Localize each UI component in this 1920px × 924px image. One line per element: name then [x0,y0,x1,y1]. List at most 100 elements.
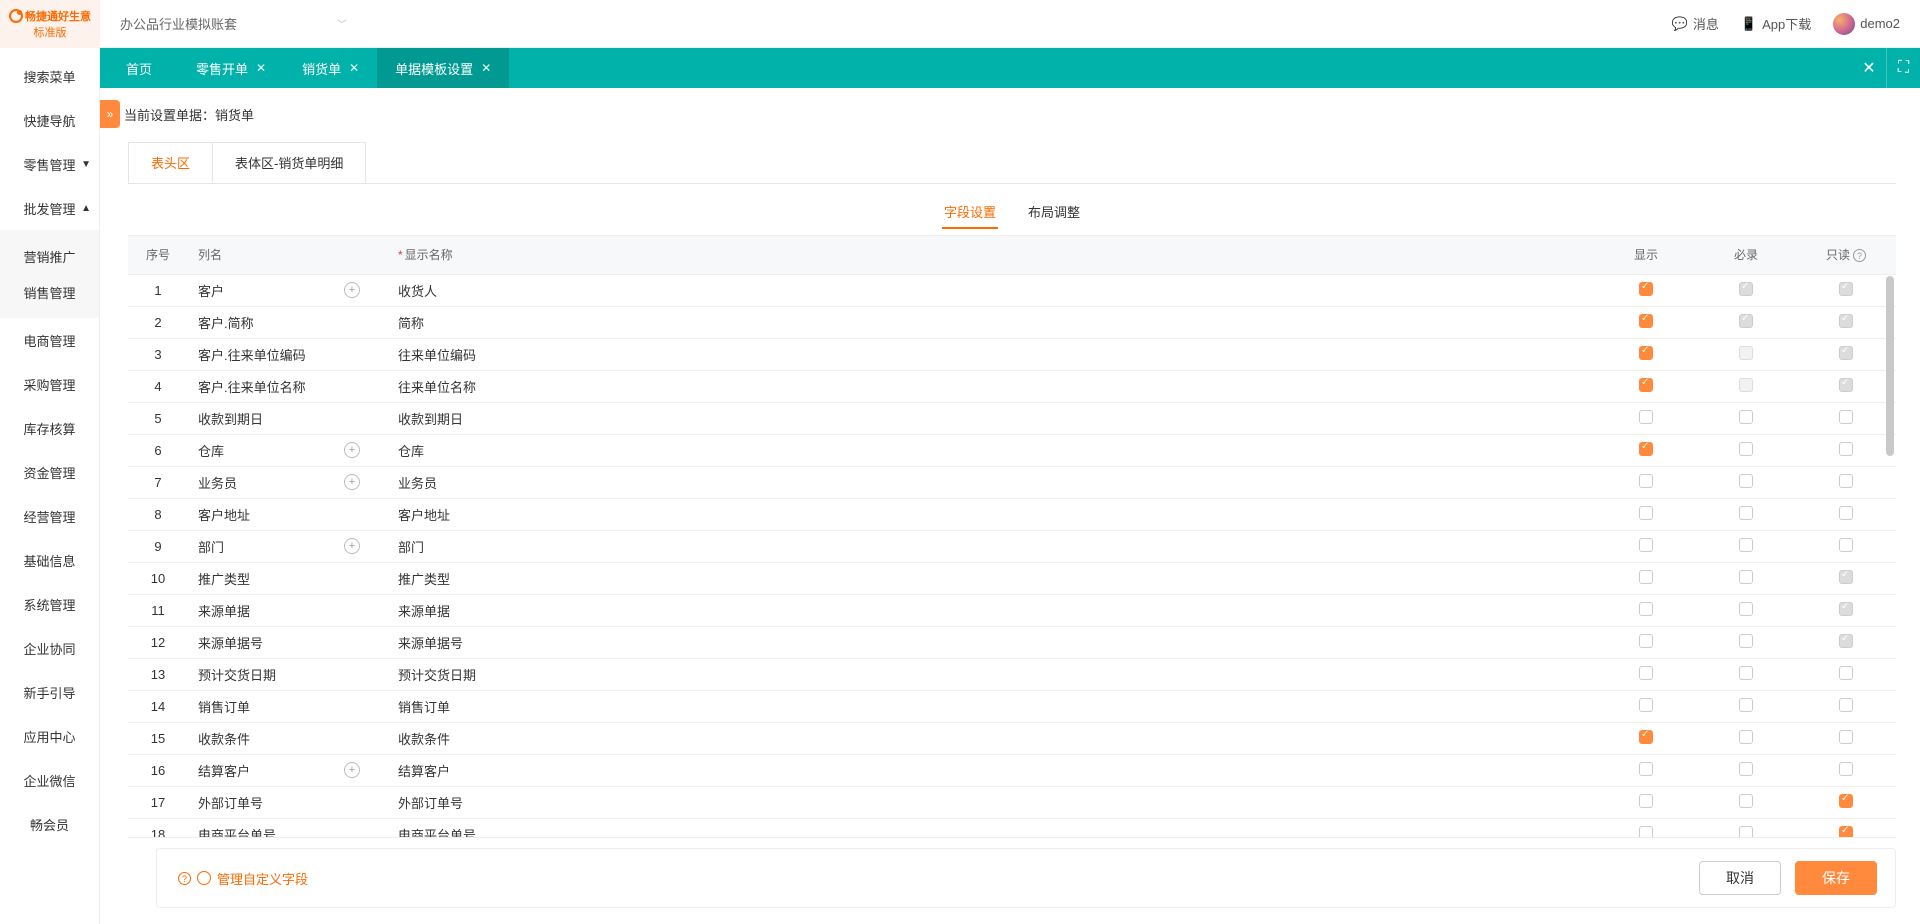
sidebar-item[interactable]: 电商管理 [0,318,99,362]
checkbox-required[interactable] [1739,506,1753,520]
cell-dispname[interactable]: 简称 [388,306,1596,338]
checkbox-show[interactable] [1639,602,1653,616]
checkbox-show[interactable] [1639,570,1653,584]
section-tab[interactable]: 表头区 [128,142,213,183]
sidebar-item[interactable]: 库存核算 [0,406,99,450]
add-subfield-icon[interactable]: + [344,442,360,458]
tab[interactable]: 单据模板设置✕ [377,48,509,88]
tab[interactable]: 首页 [100,48,178,88]
checkbox-required[interactable] [1739,794,1753,808]
checkbox-readonly[interactable] [1839,698,1853,712]
field-table-wrap[interactable]: 序号 列名 *显示名称 显示 必录 只读? 1客户+收货人2客户.简称简称3客户… [128,235,1896,838]
checkbox-required[interactable] [1739,826,1753,839]
checkbox-required[interactable] [1739,730,1753,744]
sidebar-item[interactable]: 批发管理▲ [0,186,99,230]
expand-panel-handle[interactable]: » [100,100,120,128]
sidebar-item[interactable]: 应用中心 [0,714,99,758]
close-all-tabs[interactable]: ✕ [1852,48,1886,88]
checkbox-show[interactable] [1639,410,1653,424]
add-subfield-icon[interactable]: + [344,762,360,778]
checkbox-show[interactable] [1639,474,1653,488]
sidebar-item[interactable]: 畅会员 [0,802,99,846]
sidebar-subitem[interactable]: 销售管理 [0,274,99,310]
manage-custom-fields-link[interactable]: ? 管理自定义字段 [175,869,308,888]
messages-button[interactable]: 💬消息 [1672,14,1719,33]
checkbox-readonly[interactable] [1839,442,1853,456]
checkbox-show[interactable] [1639,506,1653,520]
checkbox-required[interactable] [1739,538,1753,552]
checkbox-readonly[interactable] [1839,538,1853,552]
cell-dispname[interactable]: 来源单据号 [388,626,1596,658]
close-icon[interactable]: ✕ [481,61,491,75]
cell-dispname[interactable]: 外部订单号 [388,786,1596,818]
checkbox-show[interactable] [1639,346,1653,360]
cell-dispname[interactable]: 结算客户 [388,754,1596,786]
user-menu[interactable]: demo2 [1833,13,1900,35]
app-download-button[interactable]: 📱App下载 [1741,14,1811,33]
add-subfield-icon[interactable]: + [344,538,360,554]
tab[interactable]: 零售开单✕ [178,48,284,88]
sidebar-item[interactable]: 新手引导 [0,670,99,714]
sidebar-item[interactable]: 经营管理 [0,494,99,538]
cell-dispname[interactable]: 仓库 [388,434,1596,466]
checkbox-readonly[interactable] [1839,506,1853,520]
add-subfield-icon[interactable]: + [344,282,360,298]
section-tab[interactable]: 表体区-销货单明细 [212,142,366,183]
cell-dispname[interactable]: 预计交货日期 [388,658,1596,690]
checkbox-readonly[interactable] [1839,410,1853,424]
checkbox-show[interactable] [1639,826,1653,839]
checkbox-show[interactable] [1639,730,1653,744]
checkbox-readonly[interactable] [1839,730,1853,744]
sidebar-item[interactable]: 快捷导航 [0,98,99,142]
checkbox-readonly[interactable] [1839,762,1853,776]
checkbox-required[interactable] [1739,666,1753,680]
scrollbar-thumb[interactable] [1886,276,1894,456]
sub-tab[interactable]: 布局调整 [1026,196,1082,229]
help-icon[interactable]: ? [1853,249,1866,262]
cell-dispname[interactable]: 客户地址 [388,498,1596,530]
cell-dispname[interactable]: 收款到期日 [388,402,1596,434]
checkbox-show[interactable] [1639,634,1653,648]
checkbox-show[interactable] [1639,666,1653,680]
checkbox-readonly[interactable] [1839,474,1853,488]
cell-dispname[interactable]: 业务员 [388,466,1596,498]
tab[interactable]: 销货单✕ [284,48,377,88]
cell-dispname[interactable]: 电商平台单号 [388,818,1596,838]
checkbox-show[interactable] [1639,378,1653,392]
help-icon[interactable]: ? [178,872,191,885]
cell-dispname[interactable]: 销售订单 [388,690,1596,722]
checkbox-required[interactable] [1739,602,1753,616]
save-button[interactable]: 保存 [1795,861,1877,895]
checkbox-show[interactable] [1639,698,1653,712]
checkbox-show[interactable] [1639,314,1653,328]
sidebar-item[interactable]: 采购管理 [0,362,99,406]
checkbox-show[interactable] [1639,762,1653,776]
cell-dispname[interactable]: 往来单位名称 [388,370,1596,402]
cell-dispname[interactable]: 来源单据 [388,594,1596,626]
checkbox-readonly[interactable] [1839,666,1853,680]
checkbox-readonly[interactable] [1839,826,1853,839]
checkbox-show[interactable] [1639,538,1653,552]
cancel-button[interactable]: 取消 [1699,861,1781,895]
checkbox-required[interactable] [1739,474,1753,488]
cell-dispname[interactable]: 部门 [388,530,1596,562]
checkbox-required[interactable] [1739,762,1753,776]
sidebar-item[interactable]: 资金管理 [0,450,99,494]
checkbox-required[interactable] [1739,698,1753,712]
checkbox-required[interactable] [1739,634,1753,648]
sidebar-item[interactable]: 零售管理▼ [0,142,99,186]
sidebar-item[interactable]: 企业微信 [0,758,99,802]
account-selector[interactable]: 办公品行业模拟账套 ﹀ [120,14,347,33]
close-icon[interactable]: ✕ [256,61,266,75]
sidebar-item[interactable]: 企业协同 [0,626,99,670]
checkbox-required[interactable] [1739,570,1753,584]
checkbox-show[interactable] [1639,442,1653,456]
sidebar-item[interactable]: 系统管理 [0,582,99,626]
cell-dispname[interactable]: 往来单位编码 [388,338,1596,370]
cell-dispname[interactable]: 推广类型 [388,562,1596,594]
cell-dispname[interactable]: 收货人 [388,274,1596,306]
checkbox-show[interactable] [1639,794,1653,808]
close-icon[interactable]: ✕ [349,61,359,75]
sub-tab[interactable]: 字段设置 [942,196,998,229]
fullscreen-toggle[interactable]: ⛶ [1886,48,1920,88]
